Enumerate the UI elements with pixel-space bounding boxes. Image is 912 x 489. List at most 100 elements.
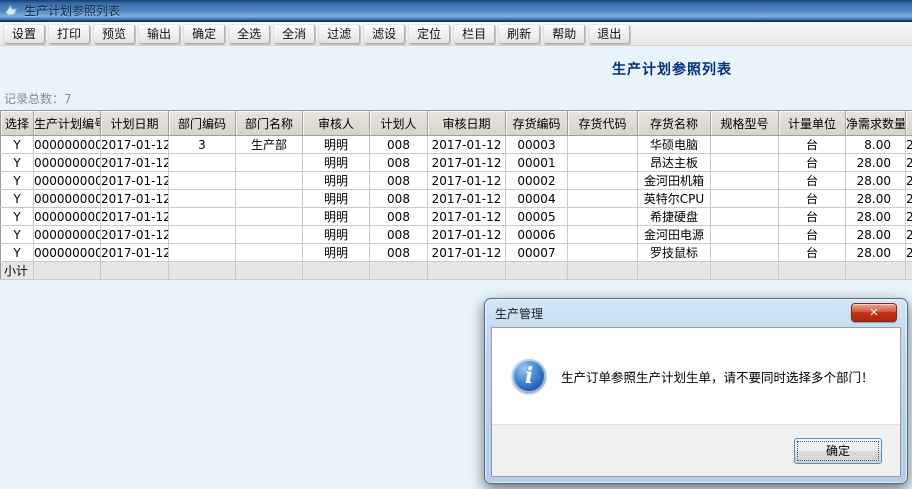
table-cell[interactable] (235, 153, 303, 172)
table-cell[interactable] (235, 171, 303, 190)
table-cell[interactable]: 0000000008 (33, 225, 101, 244)
table-cell[interactable] (168, 153, 236, 172)
table-cell[interactable]: 明明 (302, 207, 370, 226)
column-header[interactable]: 部门编码 (168, 110, 236, 136)
table-row[interactable]: Y00000000082017-01-12明明0082017-01-120000… (0, 171, 912, 190)
table-cell[interactable]: 28.00 (845, 225, 906, 244)
close-icon[interactable]: ✕ (851, 303, 897, 322)
table-cell[interactable] (567, 171, 638, 190)
table-cell[interactable]: 昂达主板 (637, 153, 711, 172)
column-header[interactable]: 计划日期 (100, 110, 169, 136)
table-cell[interactable] (168, 189, 236, 208)
table-cell[interactable]: 008 (369, 171, 428, 190)
table-cell[interactable] (567, 207, 638, 226)
table-cell[interactable]: 28.00 (845, 189, 906, 208)
table-cell[interactable]: Y (0, 135, 34, 154)
table-cell[interactable]: 00001 (505, 153, 568, 172)
table-cell[interactable]: 00006 (505, 225, 568, 244)
table-cell[interactable] (567, 243, 638, 262)
table-cell[interactable] (710, 243, 779, 262)
table-cell[interactable] (235, 207, 303, 226)
table-cell[interactable]: 0000000008 (33, 189, 101, 208)
table-row[interactable]: Y00000000082017-01-12明明0082017-01-120000… (0, 153, 912, 172)
table-cell[interactable]: 2017-01-12 (427, 225, 506, 244)
table-cell[interactable]: 台 (778, 171, 846, 190)
table-row[interactable]: Y00000000082017-01-12明明0082017-01-120000… (0, 225, 912, 244)
table-cell[interactable] (168, 207, 236, 226)
toolbar-button-preview[interactable]: 预览 (93, 23, 136, 44)
column-header[interactable]: 规格型号 (710, 110, 779, 136)
table-cell[interactable]: 0000000008 (33, 153, 101, 172)
table-cell[interactable]: 2017-01-12 (905, 225, 912, 244)
table-cell[interactable]: 华硕电脑 (637, 135, 711, 154)
table-cell[interactable]: 28.00 (845, 171, 906, 190)
table-cell[interactable]: 2017-01-12 (427, 135, 506, 154)
table-cell[interactable]: 28.00 (845, 243, 906, 262)
table-cell[interactable] (235, 243, 303, 262)
toolbar-button-confirm[interactable]: 确定 (183, 23, 226, 44)
table-cell[interactable]: 明明 (302, 225, 370, 244)
table-cell[interactable]: 008 (369, 243, 428, 262)
table-cell[interactable]: 00002 (505, 171, 568, 190)
table-cell[interactable]: 2017-01-12 (100, 243, 169, 262)
table-cell[interactable] (567, 153, 638, 172)
table-row[interactable]: Y00000000082017-01-12明明0082017-01-120000… (0, 189, 912, 208)
table-cell[interactable]: 2017-01-12 (427, 153, 506, 172)
toolbar-button-filter[interactable]: 过滤 (318, 23, 361, 44)
table-cell[interactable]: 生产部 (235, 135, 303, 154)
table-cell[interactable]: Y (0, 243, 34, 262)
table-cell[interactable]: 3 (168, 135, 236, 154)
toolbar-button-columns[interactable]: 栏目 (453, 23, 496, 44)
table-cell[interactable]: Y (0, 171, 34, 190)
table-cell[interactable] (168, 225, 236, 244)
table-cell[interactable]: 2017-01-12 (427, 243, 506, 262)
table-cell[interactable]: 0000000008 (33, 207, 101, 226)
table-cell[interactable]: 台 (778, 189, 846, 208)
table-row[interactable]: Y00000000082017-01-12明明0082017-01-120000… (0, 243, 912, 262)
table-cell[interactable]: Y (0, 207, 34, 226)
table-cell[interactable]: Y (0, 189, 34, 208)
column-header[interactable]: 审核日期 (427, 110, 506, 136)
table-cell[interactable]: 00007 (505, 243, 568, 262)
table-cell[interactable]: 0000000008 (33, 171, 101, 190)
table-cell[interactable] (168, 171, 236, 190)
column-header[interactable]: 计划人 (369, 110, 428, 136)
table-cell[interactable] (710, 225, 779, 244)
table-cell[interactable] (567, 225, 638, 244)
table-cell[interactable]: 28.00 (845, 207, 906, 226)
table-cell[interactable]: 2017-01-12 (100, 171, 169, 190)
column-header[interactable]: 存货名称 (637, 110, 711, 136)
toolbar-button-refresh[interactable]: 刷新 (498, 23, 541, 44)
table-cell[interactable]: 明明 (302, 243, 370, 262)
table-cell[interactable] (235, 189, 303, 208)
table-cell[interactable]: 00005 (505, 207, 568, 226)
table-cell[interactable]: 2017-01-12 (427, 171, 506, 190)
table-cell[interactable]: 0000000008 (33, 243, 101, 262)
column-header[interactable]: 部门名称 (235, 110, 303, 136)
table-cell[interactable] (567, 135, 638, 154)
table-cell[interactable]: Y (0, 153, 34, 172)
dialog-titlebar[interactable]: 生产管理 (485, 299, 907, 327)
window-titlebar[interactable]: 生产计划参照列表 (0, 0, 912, 22)
table-cell[interactable] (710, 189, 779, 208)
table-cell[interactable]: 明明 (302, 171, 370, 190)
toolbar-button-filter-settings[interactable]: 滤设 (363, 23, 406, 44)
table-cell[interactable]: 台 (778, 225, 846, 244)
table-cell[interactable]: 2017-01-12 (905, 135, 912, 154)
table-row[interactable]: Y00000000082017-01-12明明0082017-01-120000… (0, 207, 912, 226)
table-cell[interactable]: 2017-01-12 (905, 153, 912, 172)
table-cell[interactable]: 00004 (505, 189, 568, 208)
table-cell[interactable]: 台 (778, 135, 846, 154)
table-cell[interactable]: 0000000008 (33, 135, 101, 154)
table-cell[interactable]: 台 (778, 207, 846, 226)
table-cell[interactable] (710, 135, 779, 154)
table-row[interactable]: Y00000000082017-01-123生产部明明0082017-01-12… (0, 135, 912, 154)
table-cell[interactable]: 2017-01-12 (905, 189, 912, 208)
table-cell[interactable]: 金河田机箱 (637, 171, 711, 190)
table-cell[interactable]: Y (0, 225, 34, 244)
table-cell[interactable]: 008 (369, 135, 428, 154)
table-cell[interactable]: 2017-01-12 (427, 189, 506, 208)
column-header[interactable]: 选择 (0, 110, 34, 136)
table-cell[interactable]: 008 (369, 153, 428, 172)
table-cell[interactable]: 2017-01-12 (100, 135, 169, 154)
